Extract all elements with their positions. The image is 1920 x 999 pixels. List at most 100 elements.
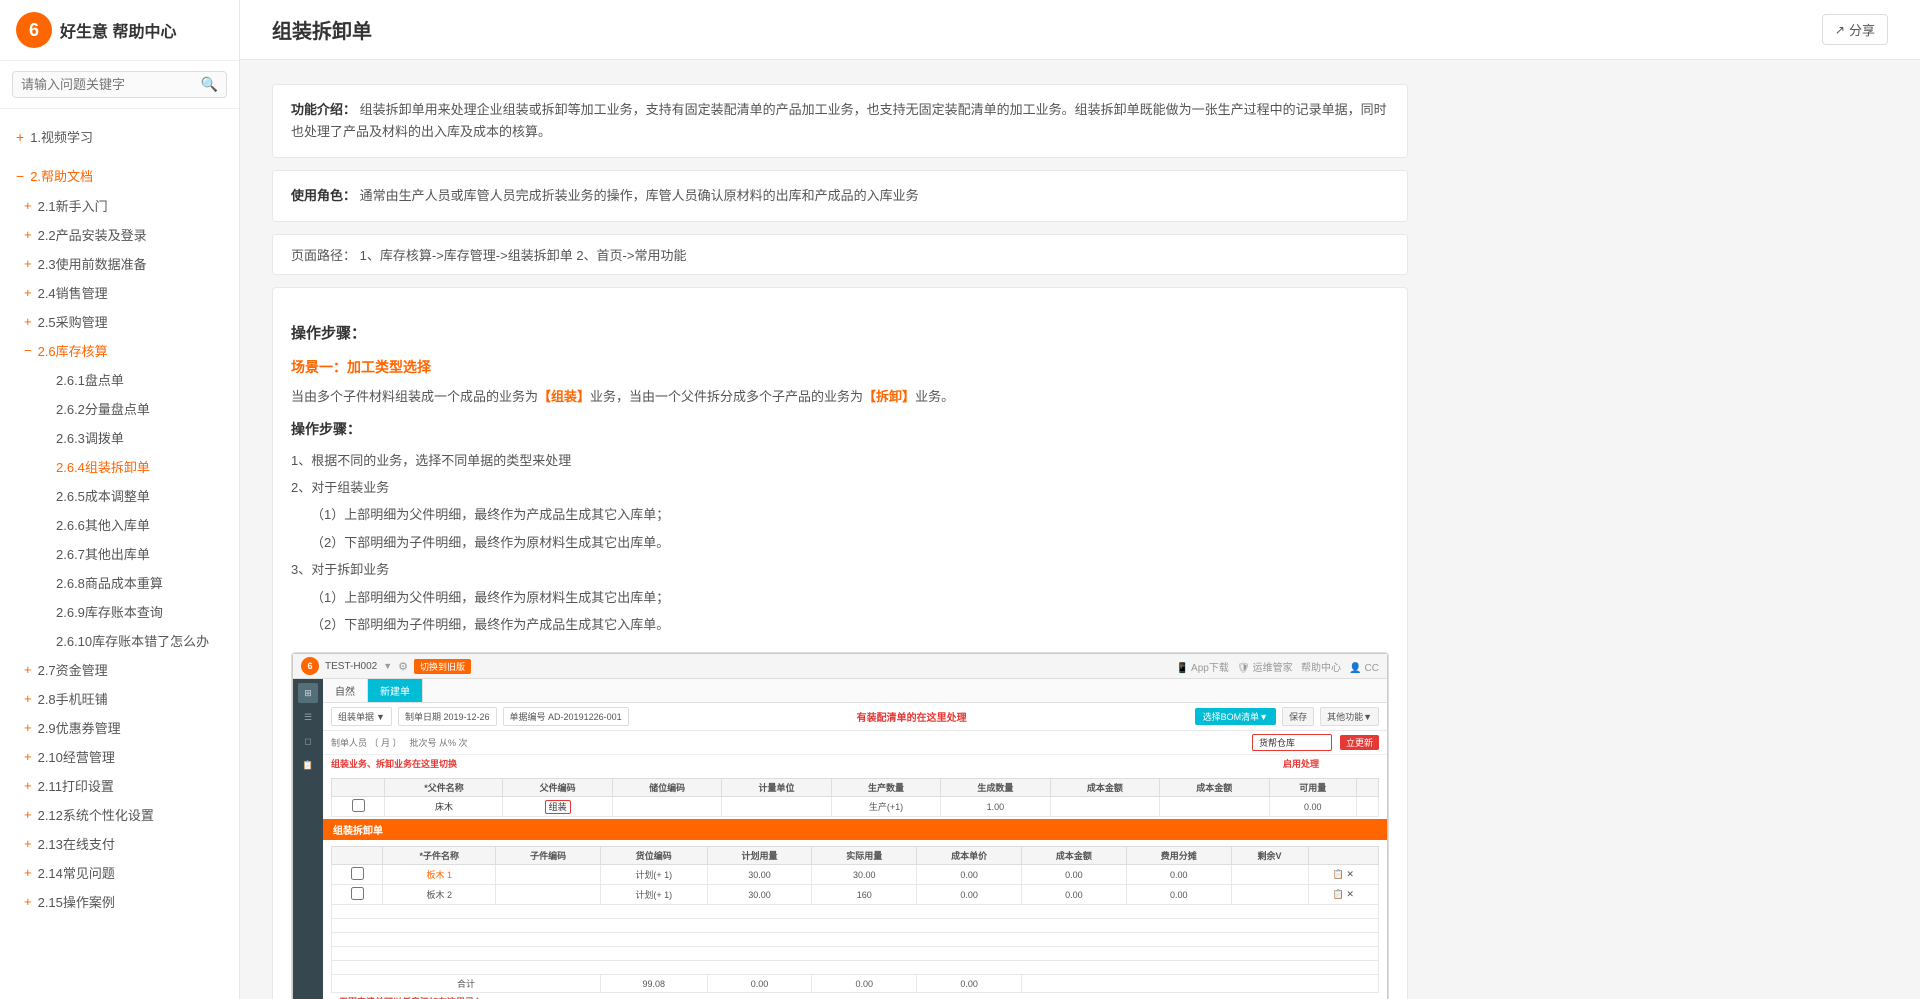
search-input[interactable] [21, 77, 201, 92]
sidebar-item-24[interactable]: + 2.4销售管理 [24, 278, 239, 307]
doc-date-value: 2019-12-26 [443, 712, 489, 722]
sidebar-item-263[interactable]: 2.6.3调拨单 [24, 423, 239, 452]
annotation-1-text: 有装配清单的在这里处理 [635, 709, 1189, 724]
steps-wrapper: 操作步骤： 场景一：加工类型选择 当由多个子件材料组装成一个成品的业务为【组装】… [272, 287, 1408, 999]
sidebar-item-268[interactable]: 2.6.8商品成本重算 [24, 568, 239, 597]
td-unit [722, 797, 831, 817]
row-checkbox[interactable] [351, 867, 364, 880]
sidebar-item-2610[interactable]: 2.6.10库存账本错了怎么办 [24, 626, 239, 655]
nav-subsection-2: + 2.1新手入门 + 2.2产品安装及登录 + 2.3使用前数据准备 + 2.… [0, 191, 239, 916]
btd-actual1: 30.00 [812, 865, 917, 885]
sidebar-item-label: 2.2产品安装及登录 [38, 225, 147, 244]
sidebar-item-video[interactable]: + 1.视频学习 [0, 121, 239, 152]
sidebar-item-267[interactable]: 2.6.7其他出库单 [24, 539, 239, 568]
annotation-4-text: 无固定清单可以任意添加在这里录入 [331, 995, 1379, 999]
btd-ccode1 [496, 865, 601, 885]
bom-btn[interactable]: 选择BOM清单▼ [1195, 708, 1276, 725]
other-btn[interactable]: 其他功能▼ [1320, 707, 1379, 726]
sidebar-item-label: 2.12系统个性化设置 [38, 805, 154, 824]
btd-stor2: 计划(+ 1) [601, 885, 708, 905]
sidebar-item-29[interactable]: + 2.9优惠券管理 [24, 713, 239, 742]
sidebar-item-26[interactable]: − 2.6库存核算 [24, 336, 239, 365]
sidebar-item-21[interactable]: + 2.1新手入门 [24, 191, 239, 220]
sidebar-item-27[interactable]: + 2.7资金管理 [24, 655, 239, 684]
td-cost2v [1160, 797, 1269, 817]
plus-icon: + [24, 865, 32, 880]
step3-1: （1）上部明细为父件明细，最终作为原材料生成其它出库单； [291, 586, 1389, 609]
app-tab-ziran[interactable]: 自然 [323, 679, 368, 702]
plus-icon: + [24, 198, 32, 213]
sidebar-item-214[interactable]: + 2.14常见问题 [24, 858, 239, 887]
doc-no-field[interactable]: 单据编号 AD-20191226-001 [503, 707, 629, 726]
doc-date-label: 制单日期 [405, 712, 441, 722]
sidebar-item-264[interactable]: 2.6.4组装拆卸单 [24, 452, 239, 481]
doc-no-value: AD-20191226-001 [548, 712, 622, 722]
plus-icon: + [24, 836, 32, 851]
app-icons-area: 📱 App下载 🛡 运维管家 帮助中心 👤 CC [1176, 659, 1379, 674]
app-mini-nav: ⊞ ☰ ◻ 📋 [293, 679, 323, 999]
app-nav-icon2: ☰ [298, 707, 318, 727]
sidebar-item-212[interactable]: + 2.12系统个性化设置 [24, 800, 239, 829]
btd-act2: 📋 ✕ [1308, 885, 1379, 905]
td-check [332, 797, 385, 817]
save-btn[interactable]: 保存 [1282, 707, 1314, 726]
btd-rem1 [1231, 865, 1308, 885]
btd-stor1: 计划(+ 1) [601, 865, 708, 885]
warehouse-input[interactable]: 货帮仓库 [1252, 734, 1332, 751]
doc-type-select[interactable]: 组装单据 ▼ [331, 707, 392, 726]
btd-rem2 [1231, 885, 1308, 905]
sidebar-item-266[interactable]: 2.6.6其他入库单 [24, 510, 239, 539]
annotation-3-text: 启用处理 [1283, 757, 1319, 770]
sidebar-item-210[interactable]: + 2.10经营管理 [24, 742, 239, 771]
plus-icon: + [24, 227, 32, 242]
sidebar-item-docs[interactable]: − 2.帮助文档 [0, 160, 239, 191]
table-row: 板木 1 计划(+ 1) 30.00 30.00 0.00 0.00 0.00 [332, 865, 1379, 885]
btd-ccode2 [496, 885, 601, 905]
app-tab-newdoc[interactable]: 新建单 [368, 679, 423, 702]
th-father-code: 父件编码 [503, 779, 612, 797]
page-title: 组装拆卸单 [272, 15, 372, 44]
btd-cprice2: 0.00 [917, 885, 1022, 905]
sidebar-item-213[interactable]: + 2.13在线支付 [24, 829, 239, 858]
tfoot-v3: 0.00 [812, 975, 917, 993]
sidebar-item-215[interactable]: + 2.15操作案例 [24, 887, 239, 916]
search-icon: 🔍 [201, 76, 218, 93]
plus-icon: + [24, 894, 32, 909]
row-checkbox[interactable] [351, 887, 364, 900]
fcode-input[interactable]: 组装 [545, 800, 571, 814]
sidebar-item-label: 2.15操作案例 [38, 892, 115, 911]
table-row [332, 947, 1379, 961]
bottom-table-container: *子件名称 子件编码 货位编码 计划用量 实际用量 成本单价 成本金额 费用分摊 [323, 840, 1387, 999]
sidebar-item-261[interactable]: 2.6.1盘点单 [24, 365, 239, 394]
table-footer-row: 合计 99.08 0.00 0.00 0.00 [332, 975, 1379, 993]
intro-text: 组装拆卸单用来处理企业组装或拆卸等加工业务，支持有固定装配清单的产品加工业务，也… [291, 102, 1387, 139]
btd-actual2: 160 [812, 885, 917, 905]
sidebar-item-25[interactable]: + 2.5采购管理 [24, 307, 239, 336]
btd-cname2: 板木 2 [383, 885, 496, 905]
bth-child-name: *子件名称 [383, 847, 496, 865]
td-fcode: 组装 [503, 797, 612, 817]
sidebar-item-23[interactable]: + 2.3使用前数据准备 [24, 249, 239, 278]
confirm-btn[interactable]: 立更新 [1340, 735, 1379, 750]
annotation-2-text: 组装业务、拆卸业务在这里切换 [331, 757, 457, 770]
app-id-text: TEST-H002 [325, 661, 377, 672]
sidebar-item-28[interactable]: + 2.8手机旺铺 [24, 684, 239, 713]
sidebar-item-265[interactable]: 2.6.5成本调整单 [24, 481, 239, 510]
doc-type-text: 组装单据 [338, 710, 374, 723]
table-row [332, 933, 1379, 947]
scene-title: 场景一：加工类型选择 [291, 357, 1389, 377]
sidebar-item-269[interactable]: 2.6.9库存账本查询 [24, 597, 239, 626]
sidebar-item-22[interactable]: + 2.2产品安装及登录 [24, 220, 239, 249]
tfoot-v2: 0.00 [707, 975, 812, 993]
sidebar-item-262[interactable]: 2.6.2分量盘点单 [24, 394, 239, 423]
share-button[interactable]: ↗ 分享 [1822, 14, 1888, 45]
sidebar-item-label: 2.9优惠券管理 [38, 718, 121, 737]
bth-actual-qty: 实际用量 [812, 847, 917, 865]
row-checkbox[interactable] [352, 799, 365, 812]
btd-fee2: 0.00 [1126, 885, 1231, 905]
table-row: 板木 2 计划(+ 1) 30.00 160 0.00 0.00 0.00 [332, 885, 1379, 905]
app-nav-btn[interactable]: 切换到旧版 [414, 659, 471, 674]
search-wrapper[interactable]: 🔍 [12, 71, 227, 98]
doc-date-field[interactable]: 制单日期 2019-12-26 [398, 707, 497, 726]
sidebar-item-211[interactable]: + 2.11打印设置 [24, 771, 239, 800]
